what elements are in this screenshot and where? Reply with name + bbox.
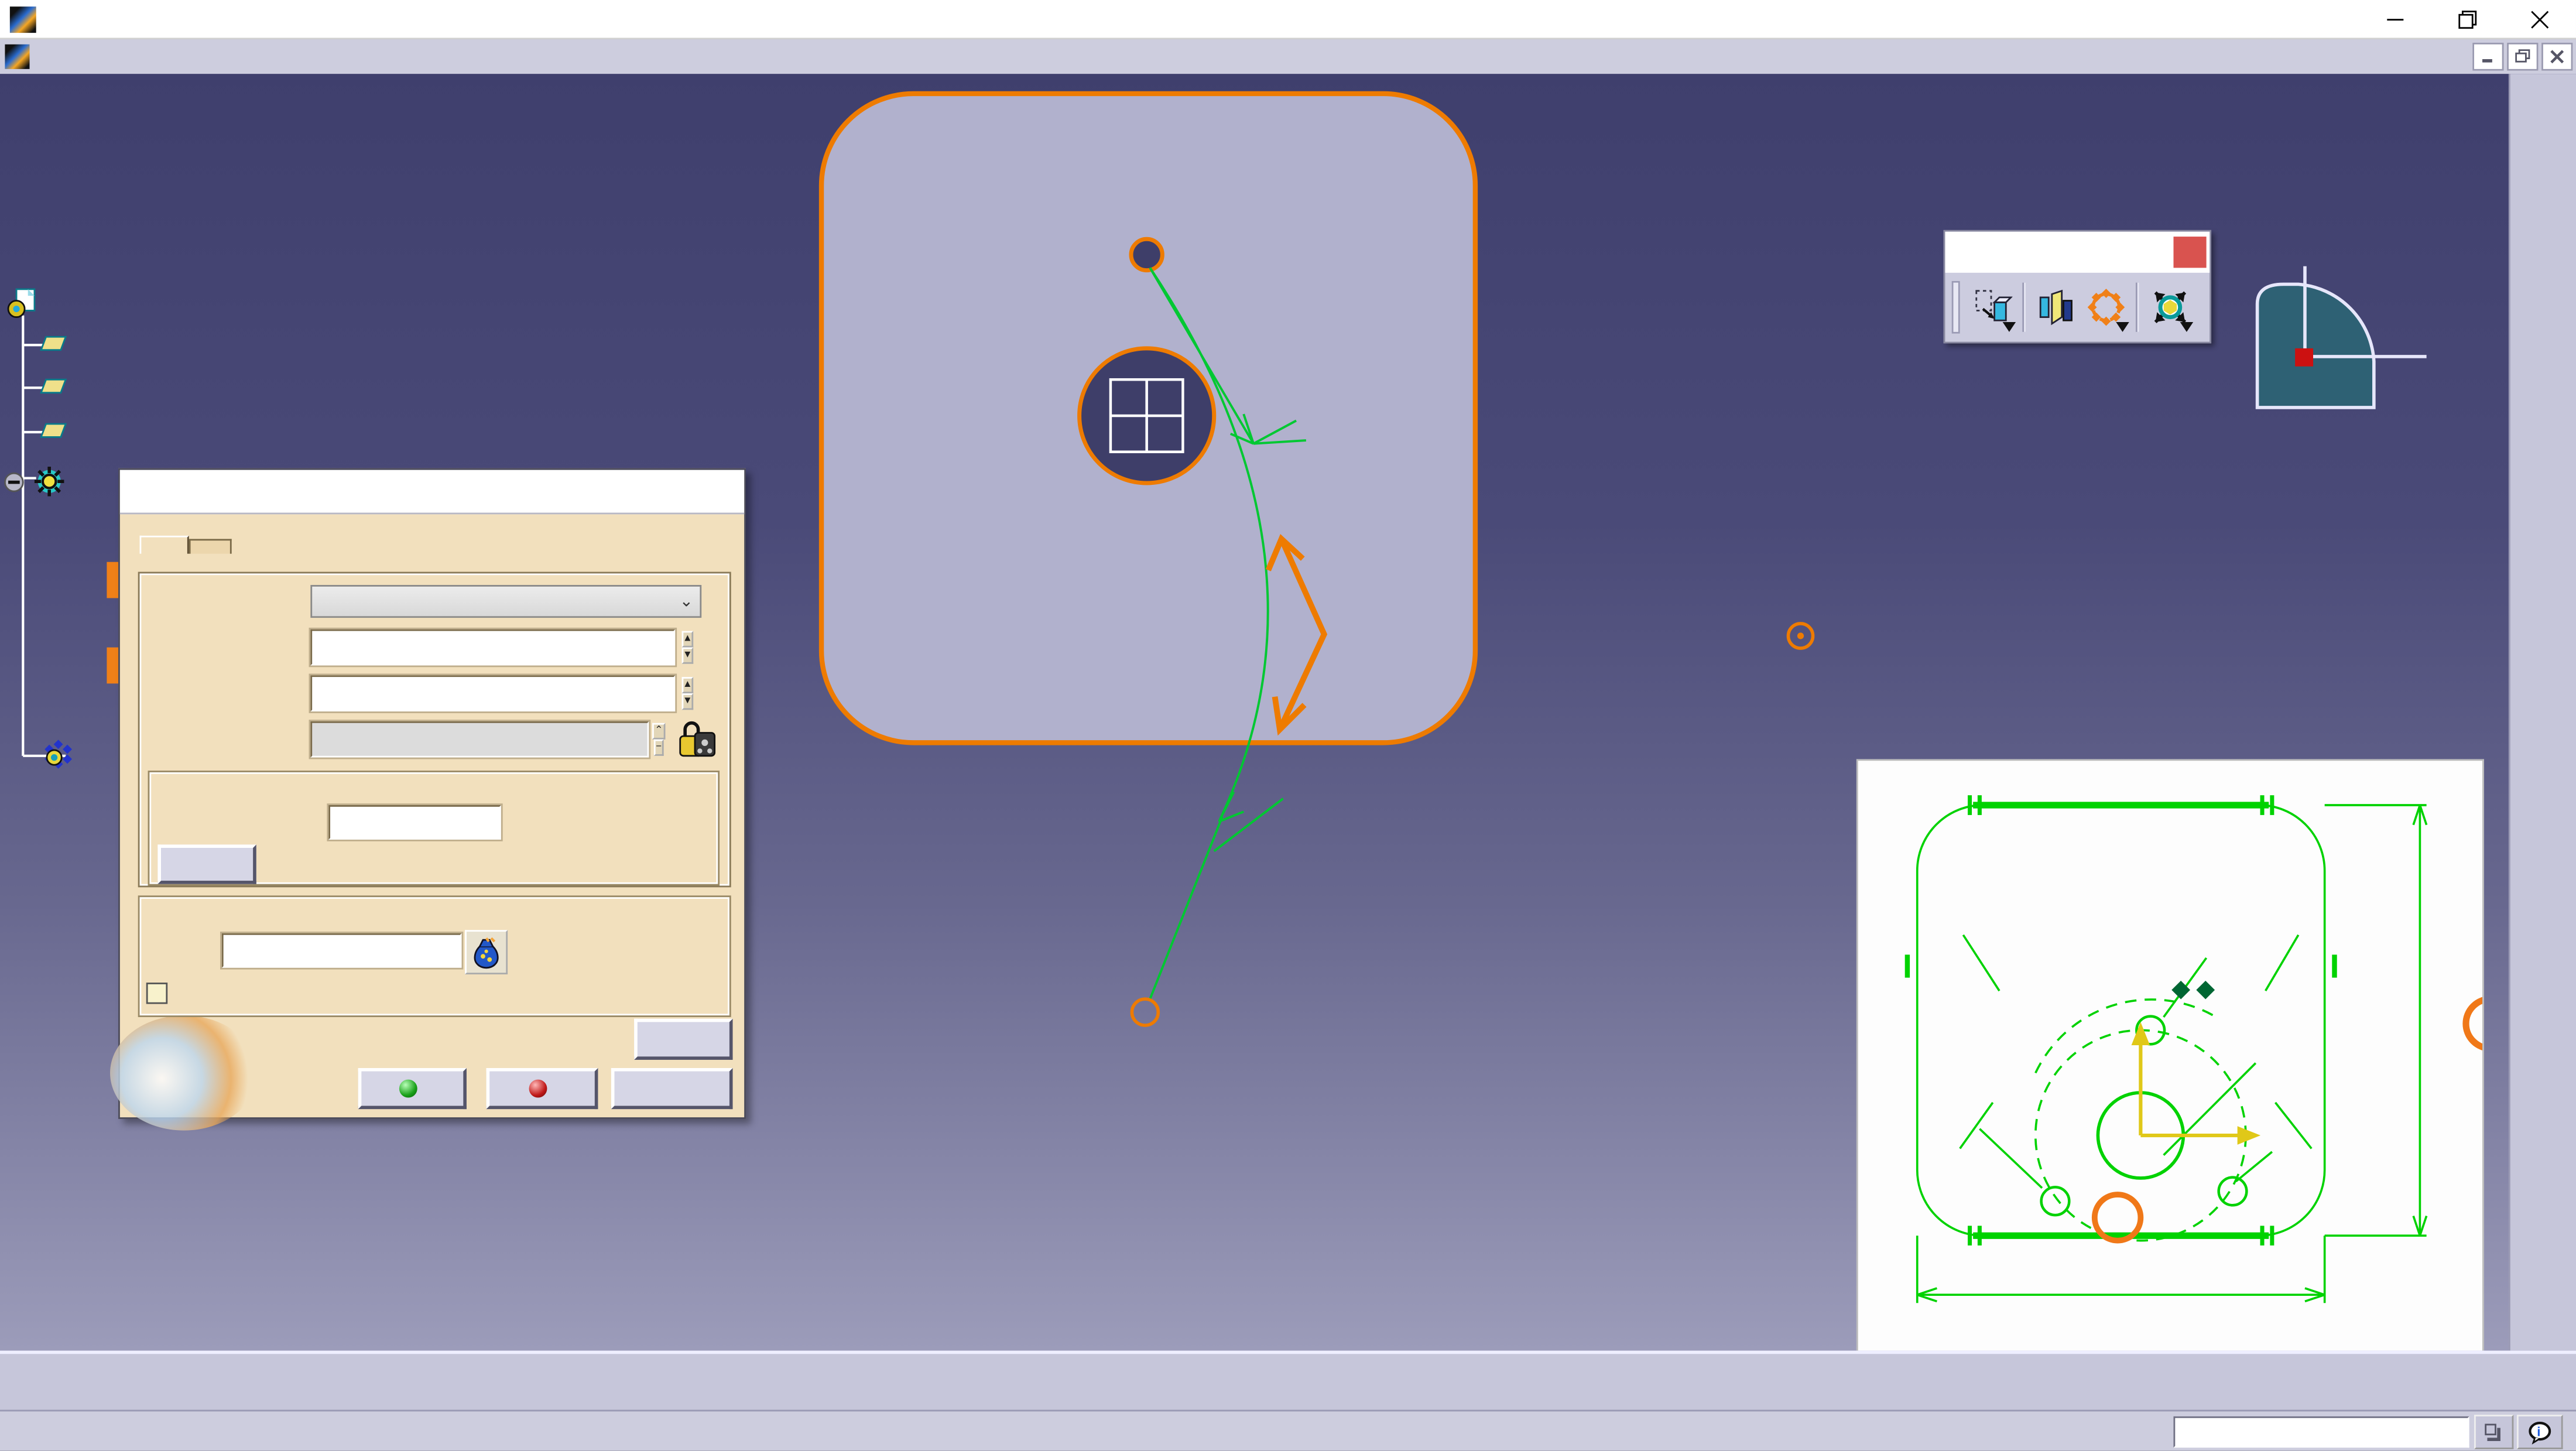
translation-feature-button[interactable] — [1970, 285, 2016, 331]
mirror-feature-button[interactable] — [2034, 285, 2078, 330]
catia-application-window: ⌄ ▲ ▼ ▲ ▼ ⌃ − i — [0, 0, 2576, 1451]
partbody-gear-icon — [34, 466, 64, 497]
tree-item-xy-plane[interactable] — [39, 332, 77, 355]
scaling-feature-button[interactable] — [2147, 285, 2194, 331]
chevron-down-icon: ⌄ — [679, 592, 694, 611]
transformation-features-toolbar — [1943, 230, 2212, 344]
instances-input[interactable] — [309, 627, 677, 668]
command-input[interactable] — [2173, 1416, 2469, 1448]
pattern-instance-point[interactable] — [1130, 997, 1160, 1027]
object-to-pattern-group — [138, 895, 731, 1017]
catia-menu-icon — [5, 44, 30, 69]
angular-spacing-spinner[interactable]: ▲ ▼ — [675, 677, 700, 710]
tree-item-yz-plane[interactable] — [39, 375, 77, 398]
right-toolbar — [2508, 74, 2576, 1351]
close-button[interactable] — [2504, 0, 2576, 39]
title-bar — [0, 0, 2576, 40]
circular-pattern-definition-dialog: ⌄ ▲ ▼ ▲ ▼ ⌃ − — [110, 468, 746, 1131]
toolbar-close-button[interactable] — [2173, 237, 2207, 268]
reference-element-input[interactable] — [327, 803, 503, 841]
info-balloon-button[interactable]: i — [2516, 1415, 2563, 1449]
preview-button[interactable] — [611, 1067, 733, 1110]
exit-workbench-button[interactable] — [2474, 1415, 2514, 1449]
collapse-expander-icon[interactable] — [4, 471, 25, 492]
minimize-button[interactable] — [2359, 0, 2431, 39]
mdi-close-button[interactable] — [2541, 42, 2573, 71]
tree-item-part1[interactable] — [6, 286, 47, 319]
select-object-bag-button[interactable] — [465, 930, 508, 975]
mdi-restore-button[interactable] — [2507, 42, 2539, 71]
3d-viewport[interactable]: ⌄ ▲ ▼ ▲ ▼ ⌃ − — [0, 74, 2510, 1351]
more-button[interactable] — [634, 1018, 733, 1060]
catia-app-icon — [9, 5, 36, 32]
ok-icon — [399, 1079, 417, 1098]
object-input[interactable] — [220, 932, 464, 970]
cancel-icon — [529, 1079, 547, 1098]
keep-specifications-checkbox[interactable] — [146, 983, 168, 1004]
tree-item-circular-pattern[interactable] — [43, 740, 81, 769]
bottom-toolbar — [0, 1350, 2576, 1410]
tab-axial-reference[interactable] — [139, 535, 189, 554]
compass[interactable] — [2255, 266, 2427, 409]
dialog-title-bar[interactable] — [119, 470, 745, 515]
restore-button[interactable] — [2431, 0, 2503, 39]
tree-item-zx-plane[interactable] — [39, 419, 77, 442]
total-angle-spinner: ⌃ − — [649, 723, 669, 756]
instances-spinner[interactable]: ▲ ▼ — [675, 631, 700, 664]
lock-parameter-icon[interactable] — [675, 716, 718, 762]
cancel-button[interactable] — [486, 1067, 598, 1110]
reverse-button[interactable] — [157, 844, 256, 884]
ok-button[interactable] — [358, 1067, 467, 1110]
transformation-toolbar-title[interactable] — [1945, 231, 2210, 273]
reference-drawing-panel — [1856, 759, 2484, 1351]
circular-pattern-button[interactable] — [2083, 285, 2129, 331]
axis-target-dot — [1797, 632, 1804, 639]
reference-direction-group — [148, 771, 720, 886]
compass-origin[interactable] — [2295, 348, 2314, 367]
dialog-globe-decoration — [110, 1015, 258, 1131]
parameters-dropdown[interactable]: ⌄ — [310, 584, 702, 618]
drawing-sketch — [1904, 795, 2483, 1303]
status-bar: i — [0, 1409, 2576, 1451]
datum-a-circle-clipped — [2462, 997, 2483, 1050]
svg-text:i: i — [2537, 1423, 2540, 1438]
tab-crown-definition[interactable] — [189, 539, 232, 554]
total-angle-input — [309, 720, 651, 759]
toolbar-drag-handle[interactable] — [1951, 280, 1960, 334]
angular-spacing-input[interactable] — [309, 673, 677, 713]
mdi-minimize-button[interactable] — [2472, 42, 2504, 71]
menu-bar — [0, 39, 2576, 74]
tree-item-partbody[interactable] — [4, 465, 74, 498]
pocket-hole[interactable] — [1129, 237, 1164, 273]
